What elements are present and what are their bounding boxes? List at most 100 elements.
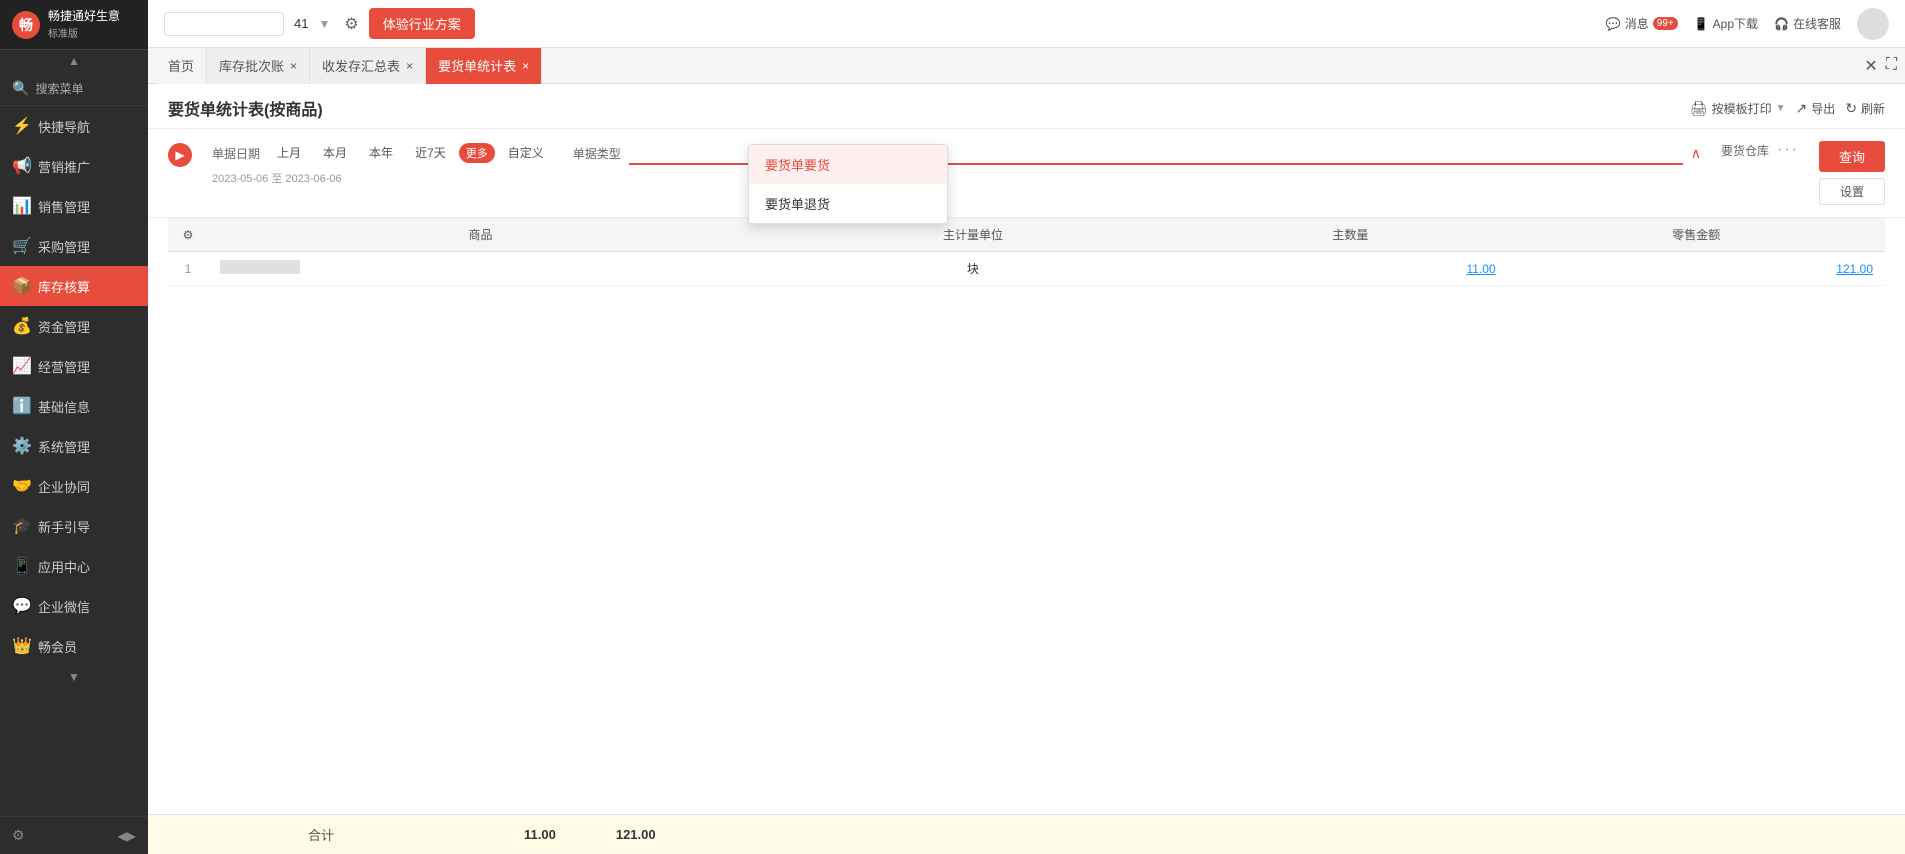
sidebar-item-label: 企业协同 bbox=[38, 477, 90, 496]
sidebar-item-label: 基础信息 bbox=[38, 397, 90, 416]
expand-icon[interactable]: ⛶ bbox=[1886, 56, 1897, 76]
headset-icon: 🎧 bbox=[1774, 17, 1789, 31]
settings-icon[interactable]: ⚙ bbox=[12, 827, 25, 844]
date-last-month[interactable]: 上月 bbox=[268, 141, 310, 164]
promo-button[interactable]: 体验行业方案 bbox=[369, 8, 475, 39]
sidebar-item-label: 应用中心 bbox=[38, 557, 90, 576]
gear-icon[interactable]: ⚙ bbox=[344, 14, 358, 34]
topbar: 41 ▼ ⚙ 体验行业方案 💬 消息 99+ 📱 App下载 🎧 在线客服 bbox=[148, 0, 1905, 48]
row-quantity[interactable]: 11.00 bbox=[1193, 252, 1507, 286]
query-button[interactable]: 查询 bbox=[1819, 141, 1885, 172]
sidebar-item-label: 库存核算 bbox=[38, 277, 90, 296]
sidebar-item-inventory[interactable]: 📦 库存核算 bbox=[0, 266, 148, 306]
collapse-icon[interactable]: ◀▶ bbox=[118, 829, 136, 843]
basics-icon: ℹ️ bbox=[12, 396, 30, 416]
sidebar-item-wechat[interactable]: 💬 企业微信 bbox=[0, 586, 148, 626]
sidebar-logo: 畅 畅捷通好生意 标准版 bbox=[0, 0, 148, 50]
tab-inventory-batch[interactable]: 库存批次账 × bbox=[207, 48, 310, 84]
export-icon: ↗ bbox=[1796, 100, 1808, 117]
topbar-input[interactable] bbox=[164, 12, 284, 36]
operations-icon: 📈 bbox=[12, 356, 30, 376]
notif-label: 消息 bbox=[1625, 15, 1649, 32]
phone-icon: 📱 bbox=[1694, 17, 1709, 31]
enterprise-icon: 🤝 bbox=[12, 476, 30, 496]
close-tab-icon[interactable]: × bbox=[522, 59, 529, 73]
sidebar-item-finance[interactable]: 💰 资金管理 bbox=[0, 306, 148, 346]
sidebar-item-purchase[interactable]: 🛒 采购管理 bbox=[0, 226, 148, 266]
guide-icon: 🎓 bbox=[12, 516, 30, 536]
close-tab-icon[interactable]: × bbox=[406, 59, 413, 73]
refresh-icon: ↻ bbox=[1845, 100, 1857, 117]
online-service-link[interactable]: 🎧 在线客服 bbox=[1774, 15, 1841, 32]
sidebar-item-guide[interactable]: 🎓 新手引导 bbox=[0, 506, 148, 546]
finance-icon: 💰 bbox=[12, 316, 30, 336]
date-last-7days[interactable]: 近7天 bbox=[406, 141, 455, 164]
data-table: ⚙ 商品 主计量单位 主数量 零售金额 1 块 bbox=[168, 218, 1885, 286]
footer-total: 合计 11.00 121.00 bbox=[148, 814, 1905, 854]
user-avatar[interactable] bbox=[1857, 8, 1889, 40]
logo-name: 畅捷通好生意 bbox=[48, 9, 120, 25]
chevron-down-icon[interactable]: ▼ bbox=[1776, 103, 1786, 114]
sidebar: 畅 畅捷通好生意 标准版 ▲ 🔍 搜索菜单 ⚡ 快捷导航 📢 营销推广 📊 销售… bbox=[0, 0, 148, 854]
warehouse-more-icon[interactable]: ··· bbox=[1777, 141, 1799, 159]
appstore-icon: 📱 bbox=[12, 556, 30, 576]
marketing-icon: 📢 bbox=[12, 156, 30, 176]
sidebar-item-label: 快捷导航 bbox=[38, 117, 90, 136]
tab-home[interactable]: 首页 bbox=[156, 48, 207, 84]
date-this-year[interactable]: 本年 bbox=[360, 141, 402, 164]
sidebar-item-enterprise[interactable]: 🤝 企业协同 bbox=[0, 466, 148, 506]
th-retail-amount: 零售金额 bbox=[1508, 218, 1885, 252]
print-button[interactable]: 🖨 按模板打印 ▼ bbox=[1690, 100, 1786, 117]
table-row: 1 块 11.00 121.00 bbox=[168, 252, 1885, 286]
row-product bbox=[208, 252, 753, 286]
date-filter-label: 单据日期 bbox=[212, 145, 260, 162]
dropdown-item-order-request[interactable]: 要货单要货 bbox=[749, 145, 947, 184]
sidebar-item-member[interactable]: 👑 畅会员 bbox=[0, 626, 148, 666]
sidebar-scroll-up[interactable]: ▲ bbox=[0, 50, 148, 72]
table-container: ⚙ 商品 主计量单位 主数量 零售金额 1 块 bbox=[148, 218, 1905, 286]
sidebar-item-label: 经营管理 bbox=[38, 357, 90, 376]
sidebar-item-quick[interactable]: ⚡ 快捷导航 bbox=[0, 106, 148, 146]
sidebar-item-label: 企业微信 bbox=[38, 597, 90, 616]
purchase-icon: 🛒 bbox=[12, 236, 30, 256]
sidebar-item-system[interactable]: ⚙️ 系统管理 bbox=[0, 426, 148, 466]
row-retail-amount[interactable]: 121.00 bbox=[1508, 252, 1885, 286]
app-download-link[interactable]: 📱 App下载 bbox=[1694, 15, 1758, 32]
sidebar-scroll-down[interactable]: ▼ bbox=[0, 666, 148, 688]
main: 41 ▼ ⚙ 体验行业方案 💬 消息 99+ 📱 App下载 🎧 在线客服 bbox=[148, 0, 1905, 854]
sidebar-search[interactable]: 🔍 搜索菜单 bbox=[0, 72, 148, 106]
date-this-month[interactable]: 本月 bbox=[314, 141, 356, 164]
sidebar-item-label: 营销推广 bbox=[38, 157, 90, 176]
settings-button[interactable]: 设置 bbox=[1819, 178, 1885, 205]
sidebar-item-marketing[interactable]: 📢 营销推广 bbox=[0, 146, 148, 186]
chevron-down-icon[interactable]: ▼ bbox=[318, 17, 330, 31]
notification-bell[interactable]: 💬 消息 99+ bbox=[1606, 15, 1678, 32]
refresh-button[interactable]: ↻ 刷新 bbox=[1845, 100, 1885, 117]
tabs-bar: 首页 库存批次账 × 收发存汇总表 × 要货单统计表 × ✕ ⛶ bbox=[148, 48, 1905, 84]
close-tab-icon[interactable]: × bbox=[290, 59, 297, 73]
close-all-tabs-icon[interactable]: ✕ bbox=[1864, 56, 1877, 76]
sidebar-item-appstore[interactable]: 📱 应用中心 bbox=[0, 546, 148, 586]
online-service-label: 在线客服 bbox=[1793, 15, 1841, 32]
tab-order-stats[interactable]: 要货单统计表 × bbox=[426, 48, 542, 84]
export-button[interactable]: ↗ 导出 bbox=[1796, 100, 1836, 117]
dropdown-item-order-return[interactable]: 要货单退货 bbox=[749, 184, 947, 223]
sidebar-item-operations[interactable]: 📈 经营管理 bbox=[0, 346, 148, 386]
sidebar-item-label: 系统管理 bbox=[38, 437, 90, 456]
app-download-label: App下载 bbox=[1713, 15, 1758, 32]
sidebar-bottom: ⚙ ◀▶ bbox=[0, 816, 148, 854]
sidebar-search-label: 搜索菜单 bbox=[35, 80, 83, 97]
type-dropdown-toggle[interactable]: ∧ bbox=[1691, 145, 1701, 162]
tab-receive-summary[interactable]: 收发存汇总表 × bbox=[310, 48, 426, 84]
expand-filter-button[interactable]: ▶ bbox=[168, 143, 192, 167]
warehouse-filter-group: 要货仓库 ··· bbox=[1721, 141, 1799, 159]
th-product: 商品 bbox=[208, 218, 753, 252]
date-custom[interactable]: 自定义 bbox=[499, 141, 553, 164]
sidebar-item-label: 新手引导 bbox=[38, 517, 90, 536]
date-range-display: 2023-05-06 至 2023-06-06 bbox=[212, 170, 553, 186]
sidebar-item-sales[interactable]: 📊 销售管理 bbox=[0, 186, 148, 226]
sidebar-item-basics[interactable]: ℹ️ 基础信息 bbox=[0, 386, 148, 426]
page-title: 要货单统计表(按商品) bbox=[168, 96, 323, 120]
date-more[interactable]: 更多 bbox=[459, 143, 495, 163]
th-settings[interactable]: ⚙ bbox=[168, 218, 208, 252]
